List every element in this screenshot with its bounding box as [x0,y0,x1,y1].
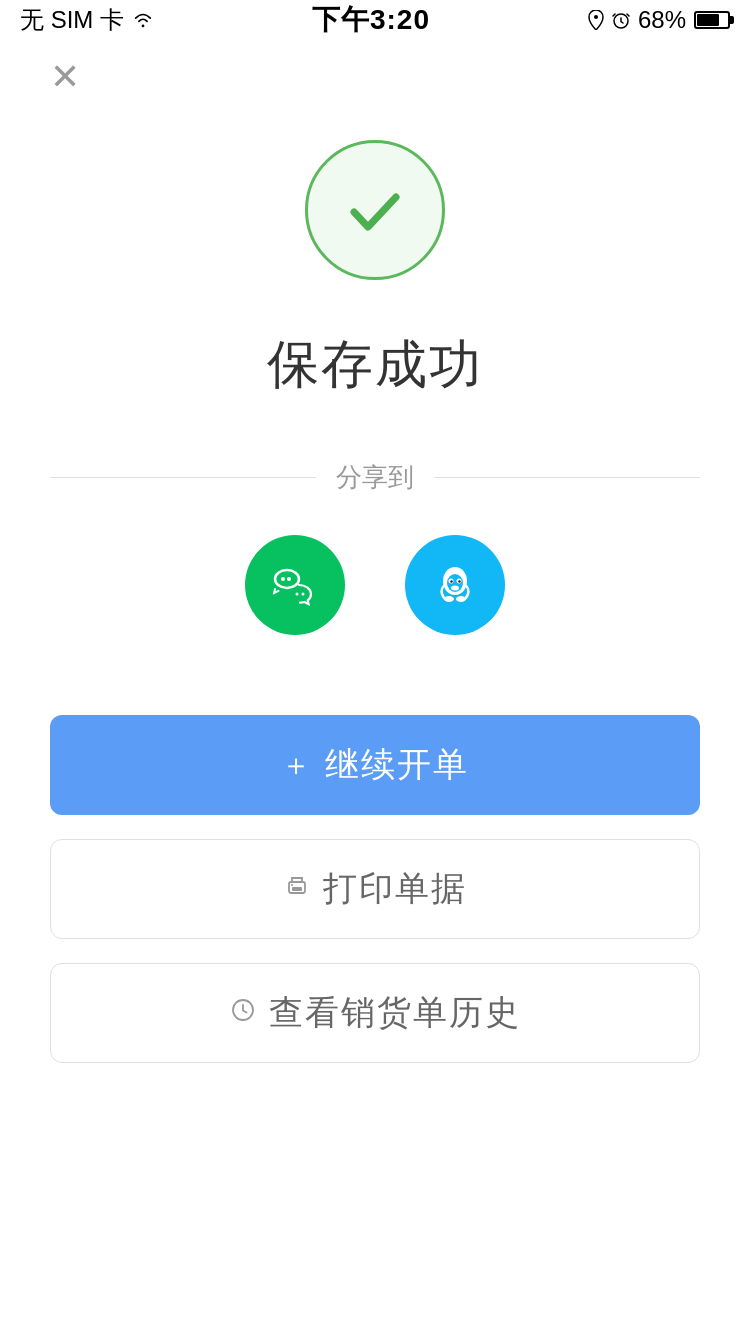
no-sim-text: 无 SIM 卡 [20,4,124,36]
history-label: 查看销货单历史 [269,990,521,1036]
checkmark-icon [340,175,410,245]
main-content: 保存成功 分享到 [0,40,750,1063]
status-left: 无 SIM 卡 [20,4,154,36]
wifi-icon [132,12,154,28]
svg-point-5 [296,593,299,596]
divider-left [50,477,316,478]
continue-order-label: 继续开单 [325,742,469,788]
qq-icon [427,557,483,613]
svg-point-6 [302,593,305,596]
close-button[interactable]: ✕ [40,52,90,102]
svg-point-15 [456,596,466,602]
svg-point-3 [281,577,285,581]
share-icons [245,535,505,635]
plus-icon: ＋ [281,745,313,786]
svg-point-13 [451,586,459,591]
battery-percent: 68% [638,6,686,34]
svg-point-14 [444,596,454,602]
success-circle [305,140,445,280]
success-title: 保存成功 [267,330,483,400]
battery-icon [694,11,730,29]
qq-share-button[interactable] [405,535,505,635]
status-bar: 无 SIM 卡 下午3:20 68% [0,0,750,40]
close-icon: ✕ [50,59,80,95]
print-button[interactable]: 打印单据 [50,839,700,939]
svg-point-0 [594,15,598,19]
print-icon [283,872,311,907]
print-label: 打印单据 [323,866,467,912]
alarm-icon [612,11,630,29]
share-label: 分享到 [336,460,414,495]
location-icon [588,10,604,30]
svg-point-12 [458,580,460,582]
svg-rect-17 [292,887,302,891]
wechat-icon [267,557,323,613]
svg-point-4 [287,577,291,581]
history-icon [229,996,257,1031]
svg-point-11 [450,580,452,582]
divider-right [434,477,700,478]
share-divider: 分享到 [0,460,750,495]
continue-order-button[interactable]: ＋ 继续开单 [50,715,700,815]
svg-point-18 [291,884,293,886]
history-button[interactable]: 查看销货单历史 [50,963,700,1063]
wechat-share-button[interactable] [245,535,345,635]
action-buttons: ＋ 继续开单 打印单据 查看销货单历史 [0,715,750,1063]
status-right: 68% [588,6,730,34]
status-time: 下午3:20 [312,1,430,39]
